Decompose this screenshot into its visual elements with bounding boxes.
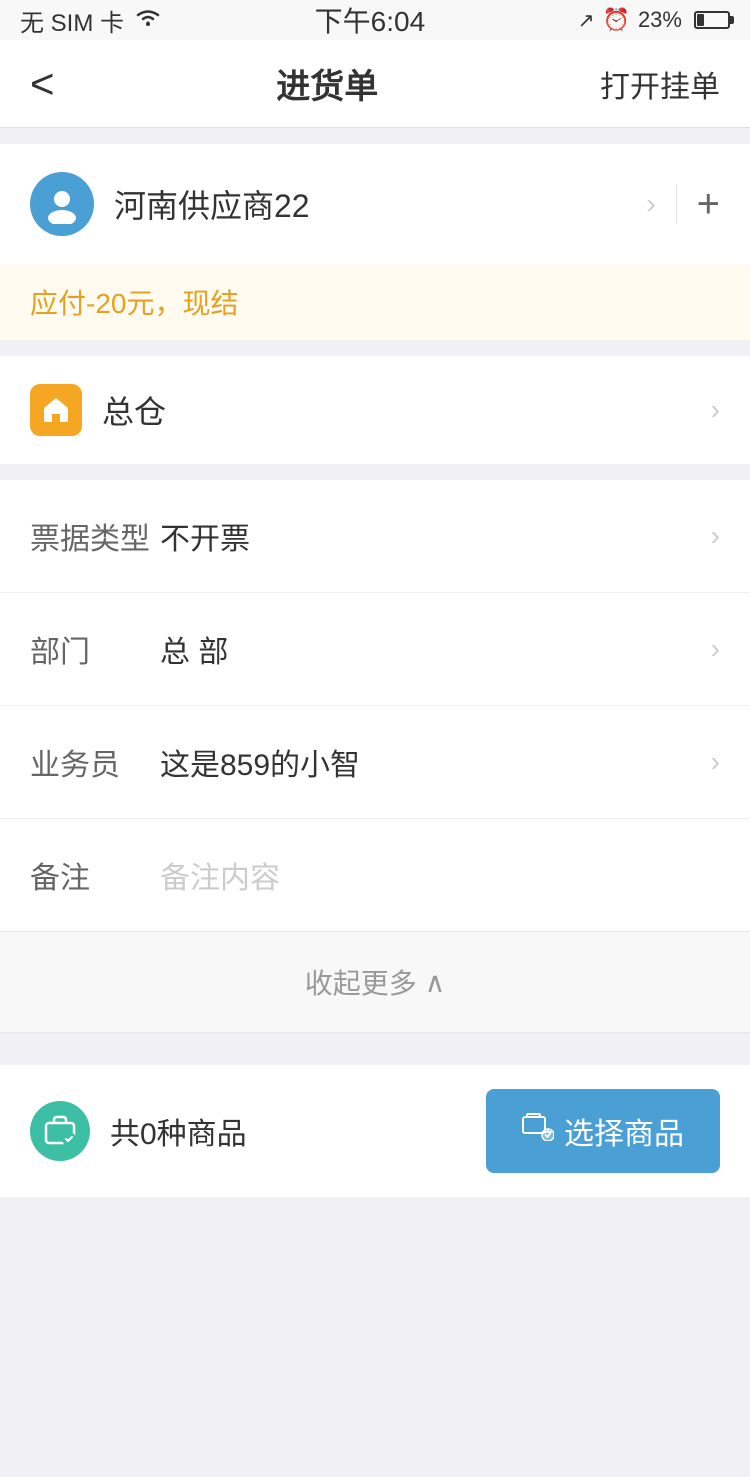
collapse-icon: ∧ — [425, 966, 446, 999]
add-supplier-button[interactable]: + — [697, 184, 720, 224]
battery-percent: 23% — [638, 7, 682, 33]
notice-bar: 应付-20元，现结 — [0, 264, 750, 340]
battery-icon — [694, 11, 730, 29]
collapse-row[interactable]: 收起更多 ∧ — [0, 931, 750, 1033]
open-pending-button[interactable]: 打开挂单 — [600, 62, 720, 106]
salesperson-chevron-icon: › — [711, 746, 720, 778]
collapse-label: 收起更多 — [305, 962, 417, 1002]
gap1 — [0, 128, 750, 144]
supplier-chevron-icon: › — [646, 188, 655, 220]
supplier-divider — [676, 184, 677, 224]
back-button[interactable]: < — [30, 60, 55, 108]
product-icon — [30, 1101, 90, 1161]
select-product-icon — [522, 1113, 554, 1149]
invoice-chevron-icon: › — [711, 520, 720, 552]
invoice-type-value: 不开票 — [150, 514, 711, 558]
select-product-button[interactable]: 选择商品 — [486, 1089, 720, 1173]
location-icon: ↗ — [578, 8, 595, 33]
alarm-icon: ⏰ — [603, 7, 630, 33]
select-product-label: 选择商品 — [564, 1109, 684, 1153]
product-count: 共0种商品 — [110, 1109, 486, 1153]
warehouse-chevron-icon: › — [711, 394, 720, 426]
warehouse-icon — [30, 384, 82, 436]
salesperson-row[interactable]: 业务员 这是859的小智 › — [0, 706, 750, 819]
nav-bar: < 进货单 打开挂单 — [0, 40, 750, 128]
product-footer: 共0种商品 选择商品 — [0, 1065, 750, 1197]
department-chevron-icon: › — [711, 633, 720, 665]
invoice-type-label: 票据类型 — [30, 514, 150, 558]
department-value: 总 部 — [150, 627, 711, 671]
gap3 — [0, 1033, 750, 1049]
remark-label: 备注 — [30, 853, 150, 897]
supplier-row[interactable]: 河南供应商22 › + — [0, 144, 750, 264]
salesperson-value: 这是859的小智 — [150, 740, 711, 784]
remark-row[interactable]: 备注 备注内容 — [0, 819, 750, 931]
salesperson-label: 业务员 — [30, 740, 150, 784]
supplier-name: 河南供应商22 — [114, 181, 646, 227]
form-section: 票据类型 不开票 › 部门 总 部 › 业务员 这是859的小智 › 备注 备注… — [0, 480, 750, 931]
supplier-avatar — [30, 172, 94, 236]
carrier-label: 无 SIM 卡 — [20, 3, 124, 38]
warehouse-name: 总仓 — [102, 387, 711, 433]
warehouse-row[interactable]: 总仓 › — [0, 356, 750, 464]
notice-text: 应付-20元，现结 — [30, 288, 238, 319]
remark-input[interactable]: 备注内容 — [150, 853, 720, 897]
status-bar: 无 SIM 卡 下午6:04 ↗ ⏰ 23% — [0, 0, 750, 40]
wifi-icon — [134, 6, 162, 34]
status-left: 无 SIM 卡 — [20, 3, 162, 38]
invoice-type-row[interactable]: 票据类型 不开票 › — [0, 480, 750, 593]
warehouse-section: 总仓 › — [0, 356, 750, 464]
bottom-background — [0, 1197, 750, 1477]
supplier-section: 河南供应商22 › + 应付-20元，现结 — [0, 144, 750, 340]
status-time: 下午6:04 — [315, 0, 426, 40]
page-title: 进货单 — [276, 59, 378, 108]
department-row[interactable]: 部门 总 部 › — [0, 593, 750, 706]
gap2 — [0, 340, 750, 356]
department-label: 部门 — [30, 627, 150, 671]
status-right: ↗ ⏰ 23% — [578, 7, 730, 33]
